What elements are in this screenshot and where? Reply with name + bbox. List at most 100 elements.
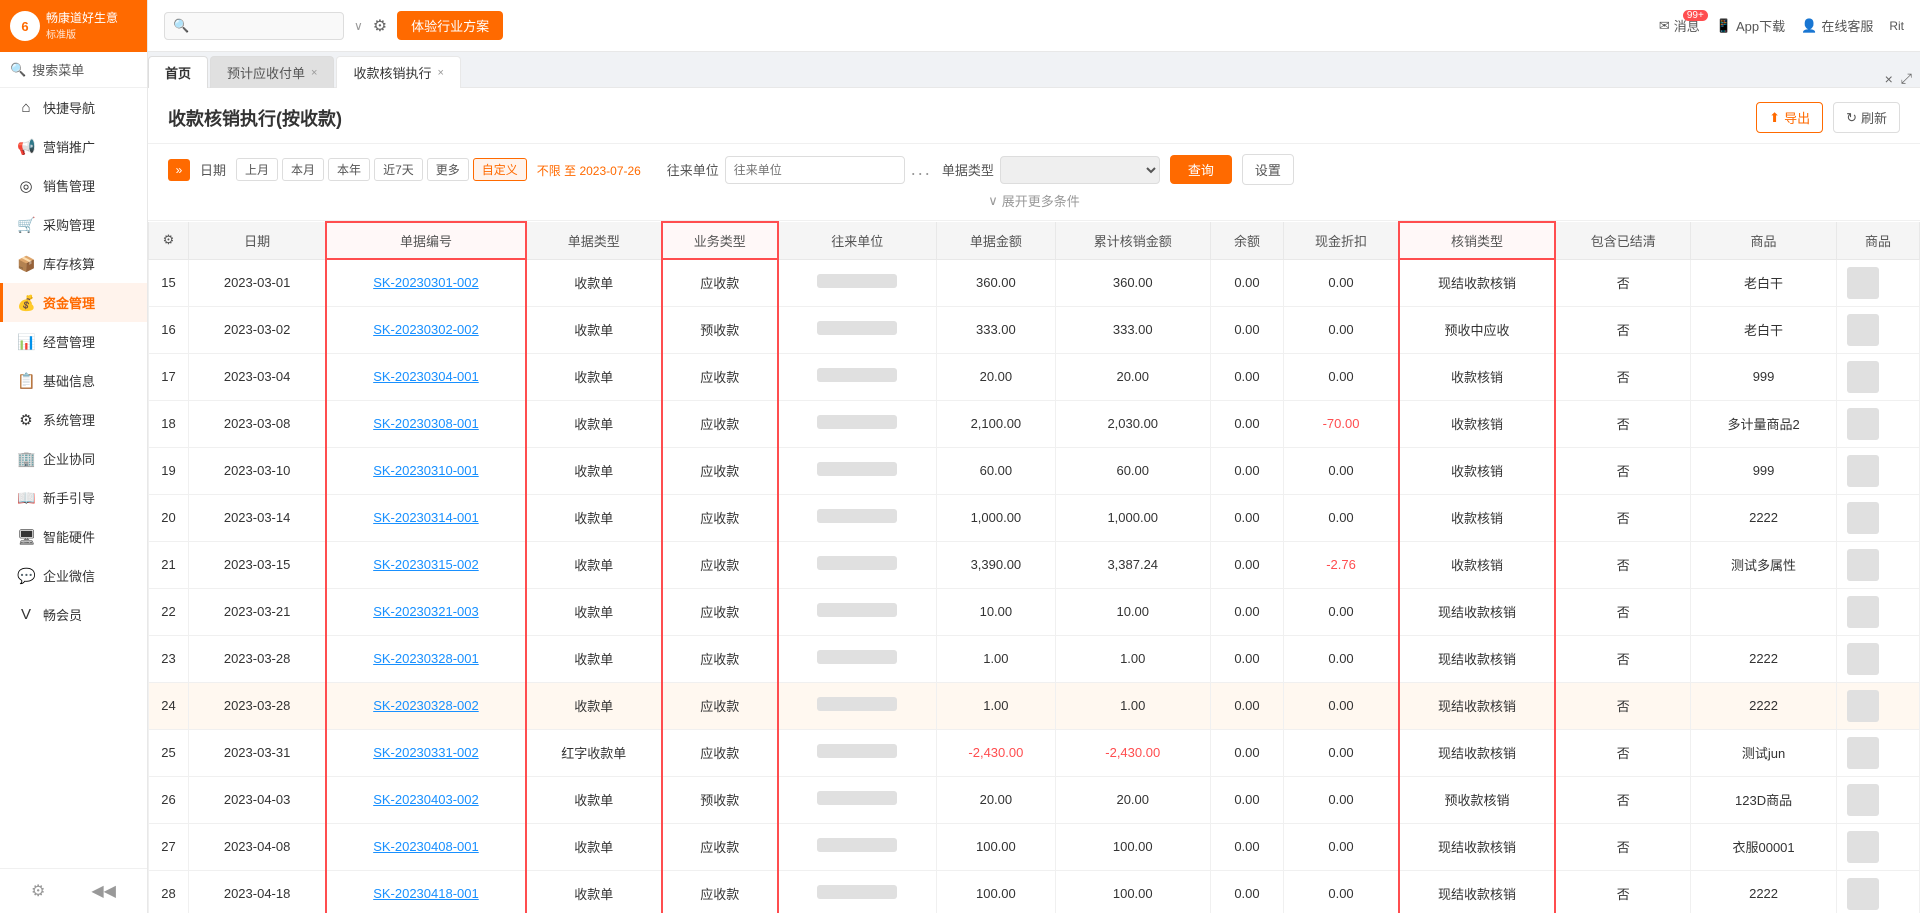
topbar-search-box[interactable]: 🔍 — [164, 12, 344, 40]
td-writeoff-type: 现结收款核销 — [1399, 588, 1555, 635]
table-row: 19 2023-03-10 SK-20230310-001 收款单 应收款 60… — [149, 447, 1920, 494]
app-logo-icon: 6 — [10, 11, 40, 41]
th-doc-type: 单据类型 — [526, 222, 662, 259]
doc-no-link[interactable]: SK-20230308-001 — [373, 416, 479, 431]
td-doc-no: SK-20230314-001 — [326, 494, 526, 541]
table-row: 27 2023-04-08 SK-20230408-001 收款单 应收款 10… — [149, 823, 1920, 870]
topbar-gear-icon[interactable]: ⚙ — [373, 16, 387, 36]
filter-expand-btn[interactable]: ∨ 展开更多条件 — [988, 191, 1080, 210]
tab-pre-receivable-close[interactable]: × — [311, 67, 317, 79]
doc-no-link[interactable]: SK-20230408-001 — [373, 839, 479, 854]
td-partner — [778, 776, 937, 823]
tab-writeoff-close[interactable]: × — [437, 67, 443, 79]
sidebar-item-quick-nav[interactable]: ⌂ 快捷导航 — [0, 88, 147, 127]
td-include-settled: 否 — [1555, 870, 1690, 913]
topbar-online-service[interactable]: 👤 在线客服 — [1801, 16, 1873, 35]
filter-partner-input[interactable] — [725, 156, 905, 184]
td-partner — [778, 400, 937, 447]
filter-this-month[interactable]: 本月 — [282, 158, 324, 181]
doc-no-link[interactable]: SK-20230310-001 — [373, 463, 479, 478]
table-row: 28 2023-04-18 SK-20230418-001 收款单 应收款 10… — [149, 870, 1920, 913]
gear-icon[interactable]: ⚙ — [163, 232, 175, 247]
sidebar-item-guide[interactable]: 📖 新手引导 — [0, 478, 147, 517]
td-goods-img — [1837, 682, 1920, 729]
td-cash-discount: 0.00 — [1284, 823, 1399, 870]
sidebar-item-purchase[interactable]: 🛒 采购管理 — [0, 205, 147, 244]
topbar-chevron-icon[interactable]: ∨ — [354, 19, 363, 33]
td-balance: 0.00 — [1210, 400, 1284, 447]
doc-no-link[interactable]: SK-20230418-001 — [373, 886, 479, 901]
filter-this-year[interactable]: 本年 — [328, 158, 370, 181]
doc-no-link[interactable]: SK-20230315-002 — [373, 557, 479, 572]
filter-more[interactable]: 更多 — [427, 158, 469, 181]
td-include-settled: 否 — [1555, 682, 1690, 729]
sidebar-item-member[interactable]: V 畅会员 — [0, 595, 147, 634]
td-goods-img — [1837, 447, 1920, 494]
expand-icon: ∨ — [988, 193, 998, 209]
topbar-username[interactable]: Rit — [1889, 19, 1904, 33]
settings-button[interactable]: 设置 — [1242, 154, 1294, 185]
doc-no-link[interactable]: SK-20230328-002 — [373, 698, 479, 713]
td-rownum: 26 — [149, 776, 189, 823]
td-include-settled: 否 — [1555, 494, 1690, 541]
collapse-sidebar-icon[interactable]: ◀◀ — [87, 877, 120, 905]
window-close-icon[interactable]: × — [1885, 71, 1893, 87]
doc-no-link[interactable]: SK-20230302-002 — [373, 322, 479, 337]
query-button[interactable]: 查询 — [1170, 155, 1232, 184]
page-title: 收款核销执行(按收款) — [168, 105, 342, 131]
sidebar-item-label: 畅会员 — [43, 605, 82, 624]
td-writeoff-type: 预收中应收 — [1399, 306, 1555, 353]
doc-no-link[interactable]: SK-20230314-001 — [373, 510, 479, 525]
td-cash-discount: 0.00 — [1284, 353, 1399, 400]
sidebar-item-system[interactable]: ⚙ 系统管理 — [0, 400, 147, 439]
td-date: 2023-03-15 — [189, 541, 327, 588]
table-row: 22 2023-03-21 SK-20230321-003 收款单 应收款 10… — [149, 588, 1920, 635]
tab-home-label: 首页 — [165, 63, 191, 82]
filter-last-month[interactable]: 上月 — [236, 158, 278, 181]
filter-7days[interactable]: 近7天 — [374, 158, 423, 181]
sidebar-item-wechat[interactable]: 💬 企业微信 — [0, 556, 147, 595]
tab-home[interactable]: 首页 — [148, 56, 208, 88]
sidebar-item-sales[interactable]: ◎ 销售管理 — [0, 166, 147, 205]
doc-no-link[interactable]: SK-20230321-003 — [373, 604, 479, 619]
sidebar-item-label: 基础信息 — [43, 371, 95, 390]
td-include-settled: 否 — [1555, 776, 1690, 823]
settings-bottom-icon[interactable]: ⚙ — [27, 877, 49, 905]
td-doc-type: 收款单 — [526, 588, 662, 635]
td-writeoff-type: 收款核销 — [1399, 494, 1555, 541]
filter-custom[interactable]: 自定义 — [473, 158, 527, 181]
sidebar-item-operation[interactable]: 📊 经营管理 — [0, 322, 147, 361]
sidebar-item-hardware[interactable]: 🖥 智能硬件 — [0, 517, 147, 556]
doc-no-link[interactable]: SK-20230331-002 — [373, 745, 479, 760]
td-rownum: 17 — [149, 353, 189, 400]
sidebar-item-basic[interactable]: 📋 基础信息 — [0, 361, 147, 400]
th-include-settled: 包含已结清 — [1555, 222, 1690, 259]
td-cash-discount: 0.00 — [1284, 306, 1399, 353]
topbar-app-download[interactable]: 📱 App下载 — [1716, 16, 1785, 35]
td-doc-type: 收款单 — [526, 306, 662, 353]
tab-writeoff[interactable]: 收款核销执行 × — [336, 56, 460, 88]
filter-collapse-btn[interactable]: » — [168, 159, 190, 181]
export-button[interactable]: ⬆ 导出 — [1756, 102, 1823, 133]
goods-thumbnail — [1847, 737, 1879, 769]
td-biz-type: 预收款 — [662, 306, 778, 353]
doc-no-link[interactable]: SK-20230304-001 — [373, 369, 479, 384]
search-label: 搜索菜单 — [32, 60, 84, 79]
topbar-messages[interactable]: ✉ 消息 99+ — [1659, 16, 1700, 35]
sidebar-search[interactable]: 🔍 搜索菜单 — [0, 52, 147, 88]
sidebar-item-inventory[interactable]: 📦 库存核算 — [0, 244, 147, 283]
sidebar-item-corp[interactable]: 🏢 企业协同 — [0, 439, 147, 478]
sidebar-item-funds[interactable]: 💰 资金管理 — [0, 283, 147, 322]
sidebar-item-marketing[interactable]: 📢 营销推广 — [0, 127, 147, 166]
refresh-button[interactable]: ↻ 刷新 — [1833, 102, 1900, 133]
doc-no-link[interactable]: SK-20230328-001 — [373, 651, 479, 666]
filter-doctype-select[interactable] — [1000, 156, 1160, 184]
doc-no-link[interactable]: SK-20230301-002 — [373, 275, 479, 290]
sidebar-item-label: 企业协同 — [43, 449, 95, 468]
tab-pre-receivable[interactable]: 预计应收付单 × — [210, 56, 334, 88]
industry-btn[interactable]: 体验行业方案 — [397, 11, 503, 40]
th-gear[interactable]: ⚙ — [149, 222, 189, 259]
window-expand-icon[interactable]: ⤢ — [1901, 70, 1912, 87]
sales-icon: ◎ — [17, 177, 35, 195]
doc-no-link[interactable]: SK-20230403-002 — [373, 792, 479, 807]
